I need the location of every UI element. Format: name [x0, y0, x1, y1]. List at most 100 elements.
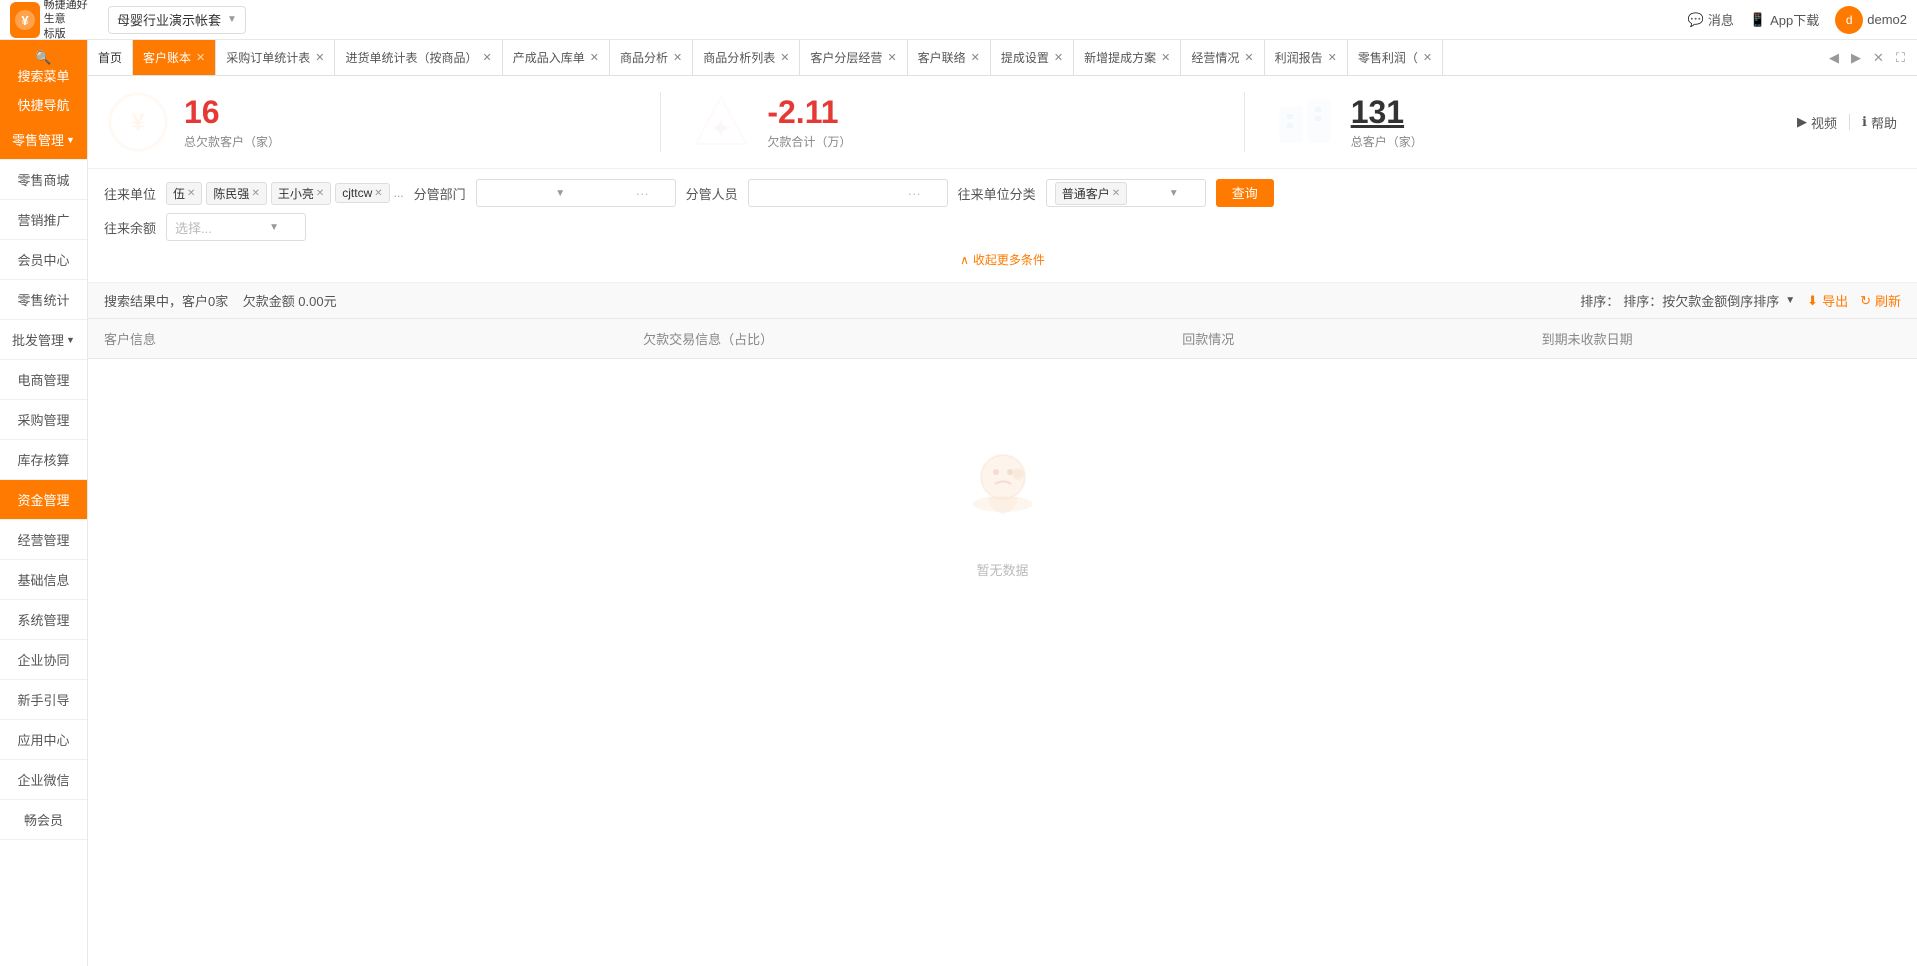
refresh-icon: ↻: [1860, 293, 1871, 309]
dept-more-btn[interactable]: ···: [636, 186, 649, 201]
person-more-btn[interactable]: ···: [908, 186, 921, 201]
remove-tag-chen[interactable]: ✕: [251, 188, 259, 199]
sidebar-item-basic-info[interactable]: 基础信息: [0, 560, 87, 600]
sidebar-item-ecommerce[interactable]: 电商管理: [0, 360, 87, 400]
svg-text:¥: ¥: [131, 109, 145, 136]
sidebar-item-enterprise-wechat[interactable]: 企业微信: [0, 760, 87, 800]
close-tab-business-status[interactable]: ✕: [1244, 51, 1253, 64]
tab-close-all-btn[interactable]: ✕: [1869, 50, 1888, 66]
filter-section: 往来单位 伍 ✕ 陈民强 ✕ 王小亮 ✕: [88, 169, 1917, 283]
more-tags-btn[interactable]: ...: [394, 186, 404, 200]
chevron-icon: ▼: [66, 135, 75, 145]
collapse-filter-btn[interactable]: ∧ 收起更多条件: [960, 247, 1045, 272]
table-header: 客户信息 欠款交易信息（占比） 回款情况 到期未收款日期: [88, 319, 1917, 359]
tab-retail-profit[interactable]: 零售利润（ ✕: [1348, 40, 1443, 76]
sidebar-item-member-center[interactable]: 会员中心: [0, 240, 87, 280]
filter-tag-wang[interactable]: 王小亮 ✕: [271, 182, 331, 205]
tab-next-btn[interactable]: ▶: [1847, 50, 1865, 66]
table-col-overdue-date: 到期未收款日期: [1542, 329, 1901, 348]
sidebar-item-purchase[interactable]: 采购管理: [0, 400, 87, 440]
balance-filter-label: 往来余额: [104, 218, 156, 237]
tab-customer-ledger[interactable]: 客户账本 ✕: [133, 40, 216, 76]
sidebar-item-retail-management[interactable]: 零售管理 ▼: [0, 120, 87, 160]
help-area: ▶ 视频 ℹ 帮助: [1797, 113, 1897, 132]
sidebar-item-wholesale[interactable]: 批发管理 ▼: [0, 320, 87, 360]
close-tab-product-inbound[interactable]: ✕: [590, 51, 599, 64]
tab-profit-report[interactable]: 利润报告 ✕: [1265, 40, 1348, 76]
tab-add-commission[interactable]: 新增提成方案 ✕: [1074, 40, 1181, 76]
logo-text: 畅捷通好生意 标版: [44, 0, 98, 41]
table-col-customer-info: 客户信息: [104, 329, 643, 348]
balance-filter-select[interactable]: 选择... ▼: [166, 213, 306, 241]
close-tab-goods-analysis[interactable]: ✕: [673, 51, 682, 64]
empty-icon: [958, 439, 1048, 548]
close-tab-customer-tier[interactable]: ✕: [887, 51, 896, 64]
sidebar-item-operations[interactable]: 经营管理: [0, 520, 87, 560]
close-tab-add-commission[interactable]: ✕: [1161, 51, 1170, 64]
results-bar: 搜索结果中，客户0家 欠款金额 0.00元 排序： 排序：按欠款金额倒序排序 ▼…: [88, 283, 1917, 319]
sidebar-quick-nav[interactable]: 快捷导航: [0, 91, 87, 120]
close-tab-customer-contact[interactable]: ✕: [971, 51, 980, 64]
sort-select[interactable]: 排序： 排序：按欠款金额倒序排序 ▼: [1580, 291, 1795, 310]
arrears-value: -2.11: [767, 94, 851, 131]
export-button[interactable]: ⬇ 导出: [1807, 291, 1848, 310]
query-button[interactable]: 查询: [1216, 179, 1274, 207]
tab-home[interactable]: 首页: [88, 40, 133, 76]
tab-prev-btn[interactable]: ◀: [1825, 50, 1843, 66]
filter-tag-normal-customer[interactable]: 普通客户 ✕: [1055, 182, 1127, 205]
filter-tag-wu[interactable]: 伍 ✕: [166, 182, 202, 205]
sidebar-item-enterprise-collab[interactable]: 企业协同: [0, 640, 87, 680]
category-chevron-icon: ▼: [1169, 188, 1179, 199]
filter-tag-cjttcw[interactable]: cjttcw ✕: [335, 183, 389, 203]
app-download-button[interactable]: 📱 App下载: [1750, 10, 1819, 29]
close-tab-purchase-stats[interactable]: ✕: [483, 51, 492, 64]
tab-purchase-stats[interactable]: 进货单统计表（按商品） ✕: [335, 40, 502, 76]
close-tab-goods-analysis-list[interactable]: ✕: [780, 51, 789, 64]
refresh-button[interactable]: ↻ 刷新: [1860, 291, 1901, 310]
remove-tag-normal-customer[interactable]: ✕: [1112, 188, 1120, 199]
tab-goods-analysis-list[interactable]: 商品分析列表 ✕: [693, 40, 800, 76]
tab-commission-setting[interactable]: 提成设置 ✕: [991, 40, 1074, 76]
sidebar-item-marketing[interactable]: 营销推广: [0, 200, 87, 240]
unit-category-select[interactable]: 普通客户 ✕ ▼: [1046, 179, 1206, 207]
close-tab-commission-setting[interactable]: ✕: [1054, 51, 1063, 64]
logo-icon: ¥: [10, 2, 40, 38]
tenant-dropdown[interactable]: 母婴行业演示帐套 ▼: [108, 6, 246, 34]
sidebar-item-system[interactable]: 系统管理: [0, 600, 87, 640]
tab-purchase-order[interactable]: 采购订单统计表 ✕: [216, 40, 335, 76]
remove-tag-wu[interactable]: ✕: [187, 188, 195, 199]
sidebar-item-finance[interactable]: 资金管理: [0, 480, 87, 520]
download-icon: 📱: [1750, 12, 1766, 28]
arrears-label: 欠款合计（万）: [767, 133, 851, 150]
sidebar-search[interactable]: 🔍 搜索菜单: [0, 40, 87, 91]
remove-tag-cjttcw[interactable]: ✕: [374, 188, 382, 199]
help-btn[interactable]: ℹ 帮助: [1862, 113, 1897, 132]
dept-filter-select[interactable]: ▼ ···: [476, 179, 676, 207]
filter-tag-chen[interactable]: 陈民强 ✕: [206, 182, 266, 205]
tab-customer-contact[interactable]: 客户联络 ✕: [908, 40, 991, 76]
close-tab-profit-report[interactable]: ✕: [1328, 51, 1337, 64]
arrears-icon: ✦: [691, 92, 751, 152]
table-container: 客户信息 欠款交易信息（占比） 回款情况 到期未收款日期: [88, 319, 1917, 966]
close-tab-customer-ledger[interactable]: ✕: [196, 51, 205, 64]
sidebar-item-app-center[interactable]: 应用中心: [0, 720, 87, 760]
sidebar-item-retail-mall[interactable]: 零售商城: [0, 160, 87, 200]
video-help-btn[interactable]: ▶ 视频: [1797, 113, 1837, 132]
user-profile[interactable]: d demo2: [1835, 6, 1907, 34]
tab-product-inbound[interactable]: 产成品入库单 ✕: [503, 40, 610, 76]
sidebar: 🔍 搜索菜单 快捷导航 零售管理 ▼ 零售商城 营销推广 会员中心 零售统计: [0, 40, 88, 966]
sidebar-item-retail-stats[interactable]: 零售统计: [0, 280, 87, 320]
tab-customer-tier[interactable]: 客户分层经营 ✕: [800, 40, 907, 76]
remove-tag-wang[interactable]: ✕: [316, 188, 324, 199]
sidebar-item-inventory[interactable]: 库存核算: [0, 440, 87, 480]
close-tab-purchase-order[interactable]: ✕: [315, 51, 324, 64]
tab-business-status[interactable]: 经营情况 ✕: [1181, 40, 1264, 76]
person-filter-select[interactable]: ···: [748, 179, 948, 207]
tab-fullscreen-btn[interactable]: ⛶: [1892, 50, 1909, 66]
message-button[interactable]: 💬 消息: [1688, 10, 1734, 29]
tab-goods-analysis[interactable]: 商品分析 ✕: [610, 40, 693, 76]
table-col-debt-info: 欠款交易信息（占比）: [643, 329, 1182, 348]
sidebar-item-guide[interactable]: 新手引导: [0, 680, 87, 720]
close-tab-retail-profit[interactable]: ✕: [1423, 51, 1432, 64]
sidebar-item-member[interactable]: 畅会员: [0, 800, 87, 840]
